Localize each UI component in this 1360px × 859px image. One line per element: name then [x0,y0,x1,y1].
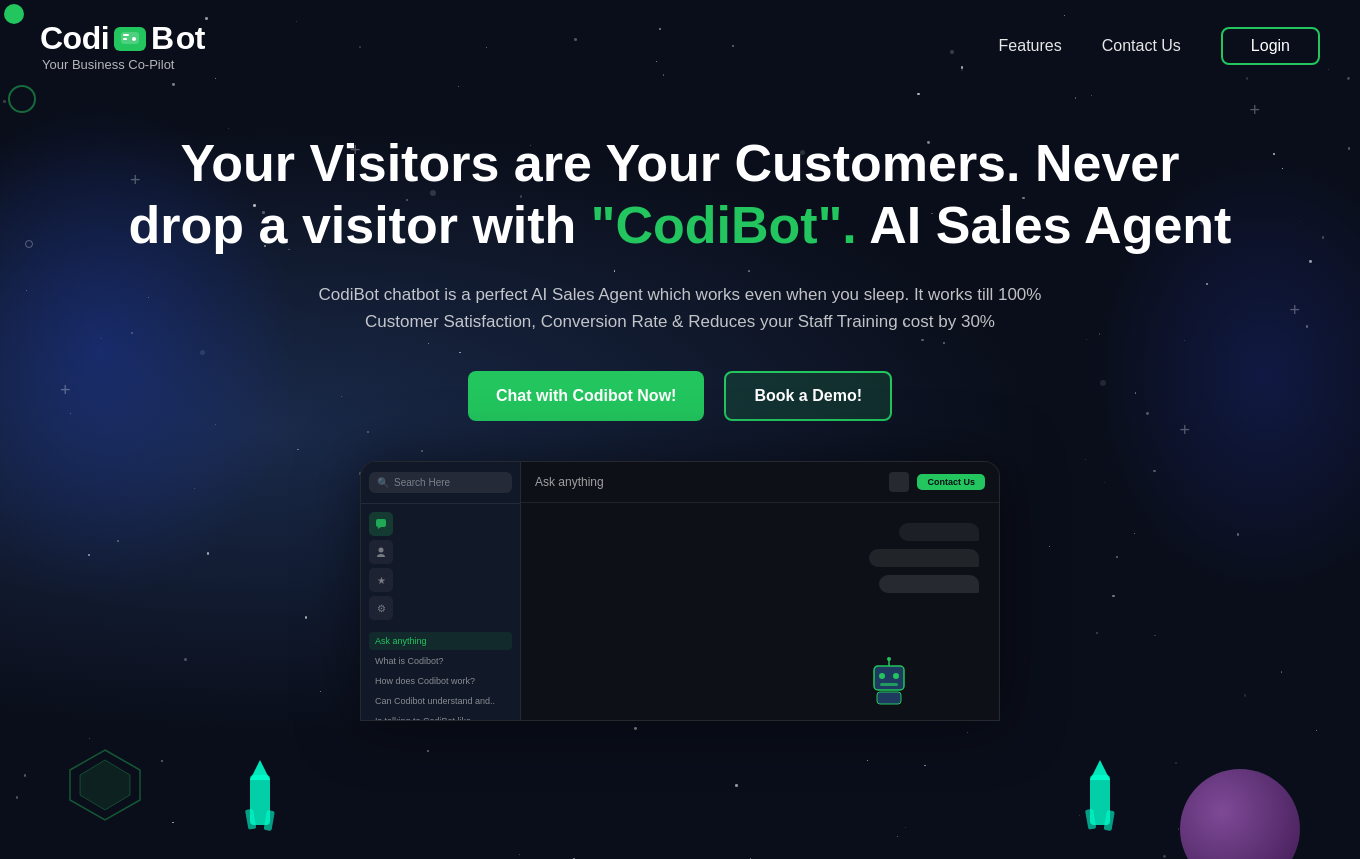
svg-rect-10 [880,683,898,686]
app-preview: 🔍 Search Here ★ [0,461,1360,721]
app-contact-us-btn[interactable]: Contact Us [917,474,985,490]
logo-tagline: Your Business Co-Pilot [42,57,174,72]
search-placeholder: Search Here [394,477,450,488]
hero-section: Your Visitors are Your Customers. Never … [0,92,1360,421]
logo: Codi Bot Your Business Co-Pilot [40,20,205,72]
navbar: Codi Bot Your Business Co-Pilot Features… [0,0,1360,92]
svg-marker-19 [1090,760,1110,780]
logo-name-part1: Codi [40,20,109,57]
app-search-box[interactable]: 🔍 Search Here [369,472,512,493]
bot-container [859,650,919,710]
app-sidebar: 🔍 Search Here ★ [361,462,521,720]
topbar-icon-1[interactable] [889,472,909,492]
svg-rect-0 [121,32,139,44]
cta-buttons: Chat with Codibot Now! Book a Demo! [120,371,1240,421]
chat-bubble-3 [879,575,979,593]
svg-marker-5 [378,527,381,529]
nav-contact[interactable]: Contact Us [1102,37,1181,55]
app-window: 🔍 Search Here ★ [360,461,1000,721]
gear-icon: ⚙ [377,603,386,614]
svg-point-12 [887,657,891,661]
hero-title: Your Visitors are Your Customers. Never … [120,132,1240,257]
app-search-area: 🔍 Search Here [361,462,520,504]
logo-name-part2: B [151,20,174,57]
rocket-left-svg [230,755,290,855]
svg-rect-4 [376,519,386,527]
svg-point-9 [893,673,899,679]
svg-rect-13 [877,692,901,704]
nav-features[interactable]: Features [999,37,1062,55]
chat-icon [375,518,387,530]
chat-now-button[interactable]: Chat with Codibot Now! [468,371,704,421]
sidebar-icon-settings[interactable]: ⚙ [369,596,393,620]
sidebar-icons: ★ ⚙ [361,504,520,628]
app-main-content: Ask anything Contact Us [521,462,999,720]
login-button[interactable]: Login [1221,27,1320,65]
logo-name-part3: ot [176,20,205,57]
book-demo-button[interactable]: Book a Demo! [724,371,892,421]
sidebar-item-3[interactable]: Can Codibot understand and.. [369,692,512,710]
person-icon [375,546,387,558]
app-topbar-right: Contact Us [889,472,985,492]
svg-marker-23 [80,760,130,810]
app-content-area [521,503,999,720]
svg-rect-7 [874,666,904,690]
app-topbar: Ask anything Contact Us [521,462,999,503]
svg-rect-1 [123,34,129,36]
hero-title-brand: "CodiBot". [591,196,857,254]
gem-svg [60,745,150,825]
chat-bubble-1 [899,523,979,541]
gem-shape [60,745,150,829]
logo-svg [120,31,140,47]
sidebar-item-2[interactable]: How does Codibot work? [369,672,512,690]
plus-deco-9: + [1179,420,1190,441]
svg-point-8 [879,673,885,679]
rocket-right-svg [1070,755,1130,855]
hero-title-after: AI Sales Agent [857,196,1232,254]
sidebar-icon-person[interactable] [369,540,393,564]
sidebar-icon-chat[interactable] [369,512,393,536]
sidebar-items-list: Ask anything What is Codibot? How does C… [361,628,520,721]
sidebar-item-0[interactable]: Ask anything [369,632,512,650]
bot-icon [859,650,919,710]
deco-left-rocket [230,755,290,859]
svg-point-6 [379,548,384,553]
sidebar-item-1[interactable]: What is Codibot? [369,652,512,670]
svg-point-3 [132,37,136,41]
sidebar-icon-star[interactable]: ★ [369,568,393,592]
hero-subtitle: CodiBot chatbot is a perfect AI Sales Ag… [310,281,1050,335]
deco-right-rocket [1070,755,1130,859]
logo-text: Codi Bot [40,20,205,57]
nav-links: Features Contact Us Login [999,27,1320,65]
svg-marker-15 [250,760,270,780]
sidebar-item-4[interactable]: Is talking to CodiBot like.. [369,712,512,721]
search-icon: 🔍 [377,477,389,488]
app-topbar-title: Ask anything [535,475,604,489]
svg-rect-2 [123,38,127,40]
chat-bubble-2 [869,549,979,567]
logo-icon [114,27,146,51]
star-icon: ★ [377,575,386,586]
chat-bubbles [869,523,979,593]
